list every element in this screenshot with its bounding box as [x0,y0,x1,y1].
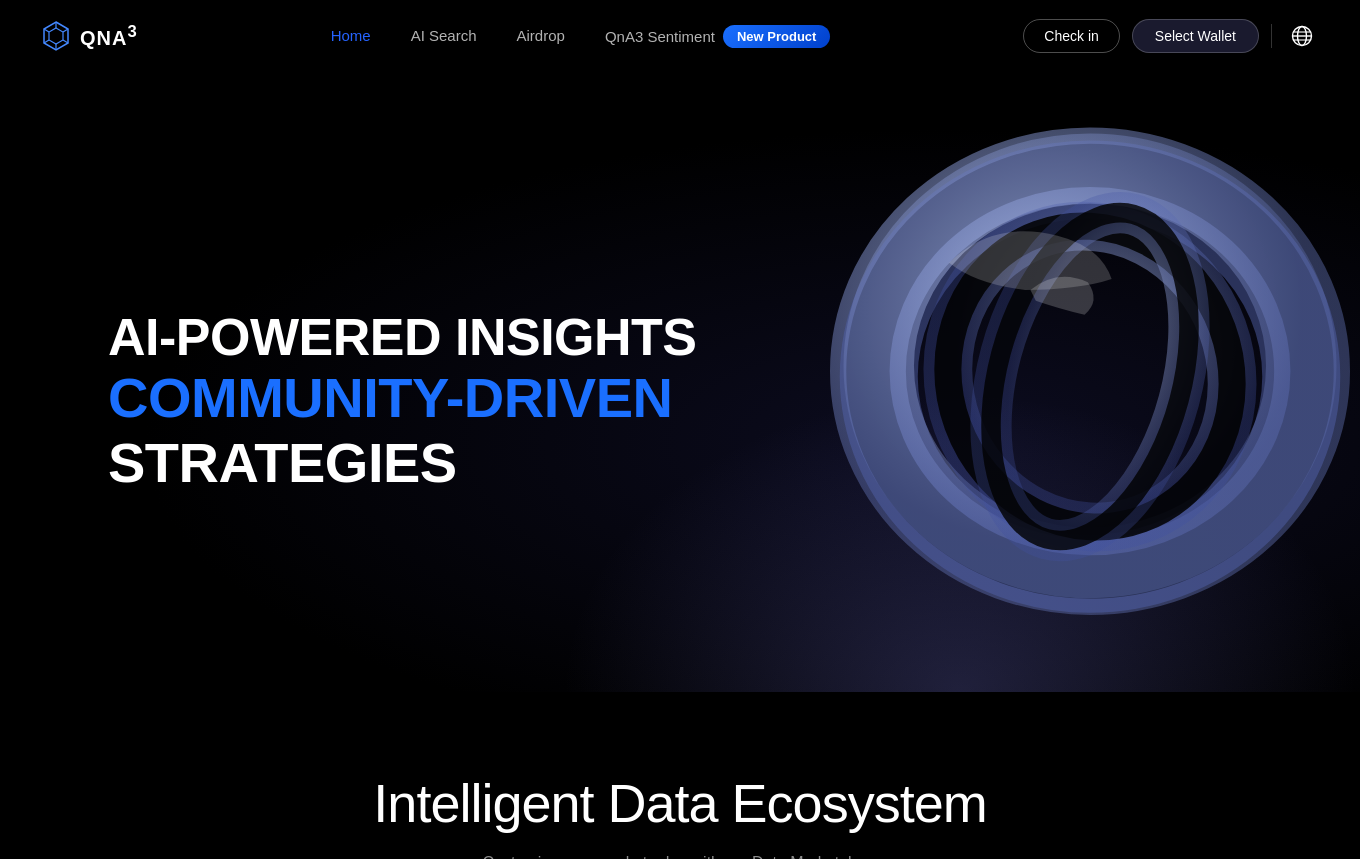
hero-section: AI-POWERED INSIGHTS COMMUNITY-DRIVEN STR… [0,72,1360,692]
hero-line3: STRATEGIES [108,431,697,495]
lower-title: Intelligent Data Ecosystem [40,772,1320,834]
language-button[interactable] [1284,18,1320,54]
lower-subtitle: Customize your market edge with our Data… [40,854,1320,859]
logo-icon [40,20,72,52]
hero-line1: AI-POWERED INSIGHTS [108,309,697,366]
nav-divider [1271,24,1272,48]
logo[interactable]: QNA3 [40,20,138,52]
svg-marker-1 [49,28,63,44]
select-wallet-button[interactable]: Select Wallet [1132,19,1259,53]
hero-line2: COMMUNITY-DRIVEN [108,366,697,430]
nav-item-qna3-sentiment[interactable]: QnA3 Sentiment New Product [605,25,831,48]
nav-item-ai-search[interactable]: AI Search [411,27,477,45]
checkin-button[interactable]: Check in [1023,19,1119,53]
globe-icon [1291,25,1313,47]
logo-text: QNA3 [80,22,138,50]
new-product-badge[interactable]: New Product [723,25,830,48]
nav-right: Check in Select Wallet [1023,18,1320,54]
nav-item-home[interactable]: Home [331,27,371,45]
navbar: QNA3 Home AI Search Airdrop QnA3 Sentime… [0,0,1360,72]
hero-3d-object [800,122,1360,642]
nav-links: Home AI Search Airdrop QnA3 Sentiment Ne… [331,25,831,48]
hero-content: AI-POWERED INSIGHTS COMMUNITY-DRIVEN STR… [0,269,697,495]
lower-section: Intelligent Data Ecosystem Customize you… [0,692,1360,859]
nav-item-airdrop[interactable]: Airdrop [517,27,565,45]
